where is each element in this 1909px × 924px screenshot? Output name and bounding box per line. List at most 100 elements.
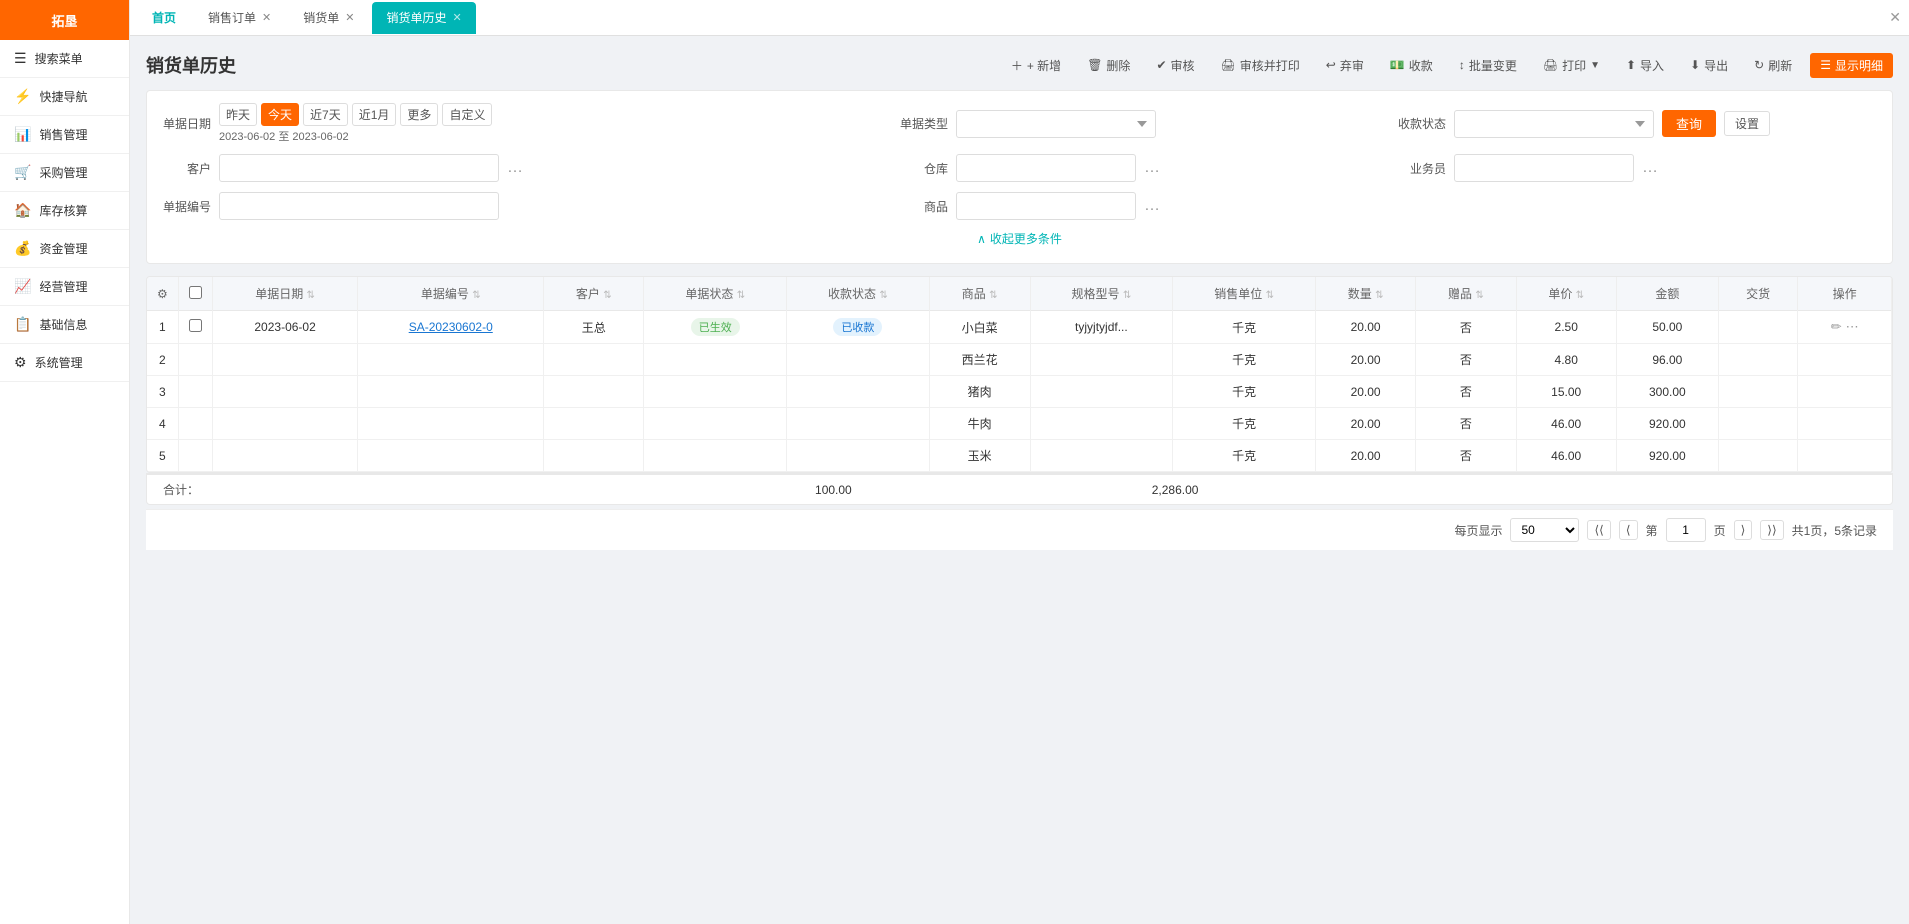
display-detail-button[interactable]: ☰ 显示明细 (1810, 53, 1893, 78)
col-goods[interactable]: 商品 ⇅ (929, 277, 1030, 311)
review-button[interactable]: ✔ 审核 (1148, 53, 1202, 78)
col-doc-date[interactable]: 单据日期 ⇅ (212, 277, 358, 311)
cell-checkbox[interactable] (178, 376, 212, 408)
tab-sales-goods-close[interactable]: ✕ (345, 11, 354, 24)
sidebar-item-inventory[interactable]: 🏠 库存核算 (0, 192, 129, 230)
sidebar-item-finance[interactable]: 💰 资金管理 (0, 230, 129, 268)
date-yesterday-btn[interactable]: 昨天 (219, 103, 257, 126)
date-today-btn[interactable]: 今天 (261, 103, 299, 126)
col-transaction[interactable]: 交货 (1718, 277, 1798, 311)
col-checkbox[interactable] (178, 277, 212, 311)
page-first-button[interactable]: ⟨⟨ (1587, 520, 1610, 540)
import-button[interactable]: ⬆ 导入 (1618, 53, 1672, 78)
goods-input[interactable] (956, 192, 1136, 220)
col-spec[interactable]: 规格型号 ⇅ (1030, 277, 1173, 311)
per-page-select[interactable]: 50 100 (1510, 518, 1579, 542)
date-more-btn[interactable]: 更多 (400, 103, 438, 126)
row-checkbox[interactable] (189, 319, 202, 332)
query-button[interactable]: 查询 (1662, 110, 1716, 137)
collect-status-select[interactable] (1454, 110, 1654, 138)
filter-row-2: 客户 … 仓库 … 业务员 … (163, 154, 1876, 182)
page-last-button[interactable]: ⟩⟩ (1760, 520, 1783, 540)
cell-actions (1798, 408, 1892, 440)
date-custom-btn[interactable]: 自定义 (442, 103, 492, 126)
sidebar-item-search-menu[interactable]: ☰ 搜索菜单 (0, 40, 129, 78)
footer-label: 合计： (163, 481, 199, 498)
warehouse-more-btn[interactable]: … (1144, 160, 1160, 176)
col-customer[interactable]: 客户 ⇅ (544, 277, 644, 311)
col-qty[interactable]: 数量 ⇅ (1315, 277, 1415, 311)
tab-sales-order-close[interactable]: ✕ (262, 11, 271, 24)
sort-unit-icon: ⇅ (1266, 290, 1274, 301)
col-amount[interactable]: 金额 (1616, 277, 1718, 311)
customer-input[interactable] (219, 154, 499, 182)
tab-sales-history-close[interactable]: ✕ (453, 11, 462, 24)
col-doc-date-label: 单据日期 (255, 287, 303, 301)
col-collect-status[interactable]: 收款状态 ⇅ (787, 277, 930, 311)
customer-more-btn[interactable]: … (507, 160, 523, 176)
select-all-checkbox[interactable] (189, 286, 202, 299)
col-settings[interactable]: ⚙ (147, 277, 178, 311)
date-controls: 昨天 今天 近7天 近1月 更多 自定义 2023-06-02 至 2023-0… (219, 103, 492, 144)
tab-sales-goods-label: 销货单 (303, 9, 339, 26)
cell-checkbox[interactable] (178, 344, 212, 376)
tab-sales-order[interactable]: 销售订单 ✕ (194, 2, 285, 34)
collect-button[interactable]: 💵 收款 (1382, 53, 1441, 78)
col-doc-status[interactable]: 单据状态 ⇅ (644, 277, 787, 311)
quick-nav-icon: ⚡ (14, 88, 31, 105)
tab-home[interactable]: 首页 (138, 2, 190, 34)
doc-no-link[interactable]: SA-20230602-0 (409, 320, 493, 334)
date-1month-btn[interactable]: 近1月 (352, 103, 397, 126)
col-transaction-label: 交货 (1746, 287, 1770, 301)
abandon-button[interactable]: ↩ 弃审 (1318, 53, 1372, 78)
review-print-button[interactable]: 🖨 审核并打印 (1213, 53, 1308, 78)
tab-sales-goods[interactable]: 销货单 ✕ (289, 2, 368, 34)
page-prev-button[interactable]: ⟨ (1619, 520, 1638, 540)
warehouse-input[interactable] (956, 154, 1136, 182)
sidebar-item-operations[interactable]: 📈 经营管理 (0, 268, 129, 306)
tab-sales-history[interactable]: 销货单历史 ✕ (372, 2, 475, 34)
new-button[interactable]: ＋ + 新增 (1003, 53, 1069, 78)
refresh-button[interactable]: ↻ 刷新 (1746, 53, 1800, 78)
sidebar-item-sales-mgmt[interactable]: 📊 销售管理 (0, 116, 129, 154)
cell-checkbox[interactable] (178, 440, 212, 472)
sort-customer-icon: ⇅ (603, 290, 611, 301)
cell-seq: 3 (147, 376, 178, 408)
cell-transaction (1718, 344, 1798, 376)
edit-action[interactable]: ✏ (1831, 319, 1842, 334)
export-button[interactable]: ⬇ 导出 (1682, 53, 1736, 78)
cell-checkbox[interactable] (178, 408, 212, 440)
sidebar-item-basic-info[interactable]: 📋 基础信息 (0, 306, 129, 344)
page-number-input[interactable] (1666, 518, 1706, 542)
sidebar-item-quick-nav[interactable]: ⚡ 快捷导航 (0, 78, 129, 116)
doc-status-badge: 已生效 (691, 318, 740, 336)
abandon-icon: ↩ (1326, 58, 1336, 72)
staff-input[interactable] (1454, 154, 1634, 182)
goods-more-btn[interactable]: … (1144, 198, 1160, 214)
col-unit-price[interactable]: 单价 ⇅ (1516, 277, 1616, 311)
window-close-button[interactable]: ✕ (1889, 9, 1901, 26)
page-next-button[interactable]: ⟩ (1734, 520, 1753, 540)
filter-group-staff: 业务员 … (1398, 154, 1876, 182)
sidebar-item-system-mgmt[interactable]: ⚙ 系统管理 (0, 344, 129, 382)
staff-more-btn[interactable]: … (1642, 160, 1658, 176)
search-menu-icon: ☰ (14, 50, 27, 67)
cell-doc-status (644, 376, 787, 408)
col-gift[interactable]: 赠品 ⇅ (1416, 277, 1516, 311)
doc-no-input[interactable] (219, 192, 499, 220)
cell-unit: 千克 (1173, 344, 1316, 376)
setting-button[interactable]: 设置 (1724, 111, 1770, 136)
cell-actions (1798, 440, 1892, 472)
col-doc-no[interactable]: 单据编号 ⇅ (358, 277, 544, 311)
more-action[interactable]: ⋯ (1846, 319, 1859, 334)
doc-type-select[interactable] (956, 110, 1156, 138)
cell-checkbox[interactable] (178, 311, 212, 344)
col-unit[interactable]: 销售单位 ⇅ (1173, 277, 1316, 311)
batch-change-button[interactable]: ↕ 批量变更 (1451, 53, 1525, 78)
print-button[interactable]: 🖨 打印 ▼ (1535, 53, 1608, 78)
collapse-button[interactable]: ∧ 收起更多条件 (163, 226, 1876, 251)
delete-button[interactable]: 🗑 删除 (1079, 53, 1138, 78)
col-actions: 操作 (1798, 277, 1892, 311)
sidebar-item-purchase-mgmt[interactable]: 🛒 采购管理 (0, 154, 129, 192)
date-7days-btn[interactable]: 近7天 (303, 103, 348, 126)
